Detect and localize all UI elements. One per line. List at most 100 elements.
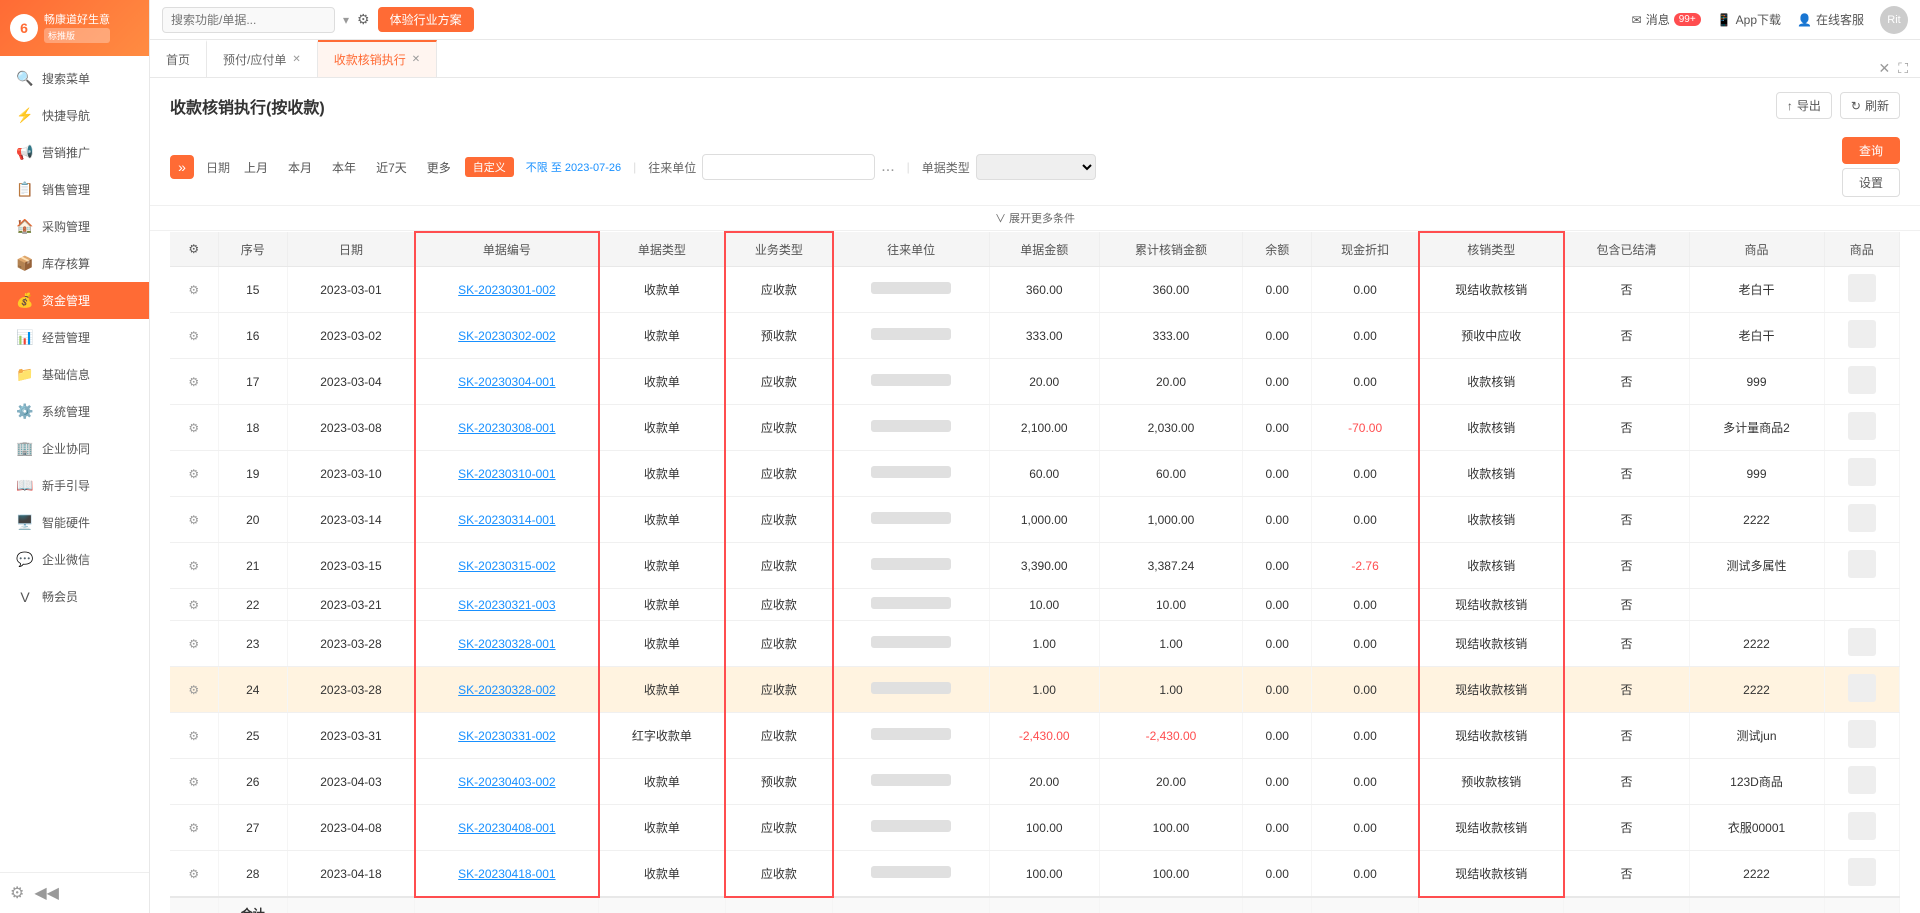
cell-bill_no[interactable]: SK-20230321-003: [415, 589, 599, 621]
cell-settings[interactable]: ⚙: [170, 405, 218, 451]
sidebar-collapse-icon[interactable]: ◀◀: [34, 883, 59, 903]
cell-bill_no[interactable]: SK-20230301-002: [415, 267, 599, 313]
cell-bill_no[interactable]: SK-20230308-001: [415, 405, 599, 451]
sidebar-gear-icon[interactable]: ⚙: [10, 883, 24, 903]
sidebar-item-wechat[interactable]: 💬企业微信: [0, 541, 149, 578]
cell-settings[interactable]: ⚙: [170, 589, 218, 621]
sidebar-item-sales[interactable]: 📋销售管理: [0, 171, 149, 208]
product-image: [1848, 766, 1876, 794]
cell-product_img: [1824, 621, 1900, 667]
product-image: [1848, 412, 1876, 440]
close-all-icon[interactable]: ✕: [1878, 60, 1890, 77]
cell-bill_no[interactable]: SK-20230403-002: [415, 759, 599, 805]
cell-settings[interactable]: ⚙: [170, 313, 218, 359]
expand-icon[interactable]: ⛶: [1898, 60, 1908, 77]
sidebar-item-guide[interactable]: 📖新手引导: [0, 467, 149, 504]
cell-cancel_type: 收款核销: [1419, 359, 1564, 405]
tab-close-collect[interactable]: ✕: [412, 54, 420, 65]
filter-toggle-button[interactable]: »: [170, 155, 194, 179]
cell-bill_no[interactable]: SK-20230328-001: [415, 621, 599, 667]
sidebar-item-quick[interactable]: ⚡快捷导航: [0, 97, 149, 134]
cell-bill_no[interactable]: SK-20230314-001: [415, 497, 599, 543]
cell-product: 老白干: [1689, 313, 1824, 359]
expand-more-button[interactable]: ∨ 展开更多条件: [995, 210, 1075, 226]
cell-settings[interactable]: ⚙: [170, 451, 218, 497]
sidebar-item-basic[interactable]: 📁基础信息: [0, 356, 149, 393]
solution-button[interactable]: 体验行业方案: [378, 7, 474, 32]
settings-button[interactable]: 设置: [1842, 168, 1900, 197]
topbar-gear-icon[interactable]: ⚙: [357, 11, 370, 28]
cell-settings[interactable]: ⚙: [170, 713, 218, 759]
quick-date-btn-4[interactable]: 更多: [419, 157, 459, 178]
cell-settings[interactable]: ⚙: [170, 497, 218, 543]
cell-settings[interactable]: ⚙: [170, 805, 218, 851]
totals-cell-4: [599, 897, 725, 913]
sidebar-item-inventory[interactable]: 📦库存核算: [0, 245, 149, 282]
sidebar-item-member[interactable]: V畅会员: [0, 578, 149, 615]
product-image: [1848, 628, 1876, 656]
cell-settings[interactable]: ⚙: [170, 621, 218, 667]
col-header-include_settled: 包含已结清: [1564, 232, 1689, 267]
export-button[interactable]: ↑ 导出: [1776, 92, 1832, 119]
sidebar-item-search[interactable]: 🔍搜索菜单: [0, 60, 149, 97]
online-service-action[interactable]: 👤 在线客服: [1797, 11, 1864, 28]
company-filter-dots[interactable]: ...: [881, 158, 894, 176]
product-image: [1848, 812, 1876, 840]
sidebar-label-hardware: 智能硬件: [42, 514, 90, 531]
cell-discount: 0.00: [1312, 805, 1419, 851]
cell-bill_no[interactable]: SK-20230328-002: [415, 667, 599, 713]
cell-bill_no[interactable]: SK-20230418-001: [415, 851, 599, 898]
custom-date-button[interactable]: 自定义: [465, 157, 514, 177]
quick-date-btn-3[interactable]: 近7天: [368, 157, 415, 178]
cell-settings[interactable]: ⚙: [170, 759, 218, 805]
sidebar-icon-sales: 📋: [16, 181, 34, 198]
sidebar-item-system[interactable]: ⚙️系统管理: [0, 393, 149, 430]
cell-biz_type: 应收款: [725, 451, 833, 497]
table-row: ⚙192023-03-10SK-20230310-001收款单应收款60.006…: [170, 451, 1900, 497]
cell-bill_type: 收款单: [599, 543, 725, 589]
cell-bill_no[interactable]: SK-20230302-002: [415, 313, 599, 359]
company-filter-input[interactable]: [702, 154, 875, 180]
cell-settings[interactable]: ⚙: [170, 359, 218, 405]
cell-amount: 100.00: [989, 805, 1099, 851]
cell-bill_no[interactable]: SK-20230408-001: [415, 805, 599, 851]
cell-settings[interactable]: ⚙: [170, 667, 218, 713]
cell-bill_no[interactable]: SK-20230331-002: [415, 713, 599, 759]
refresh-icon: ↻: [1851, 99, 1861, 113]
date-range-display: 不限 至 2023-07-26: [526, 159, 621, 175]
tab-close-prepay[interactable]: ✕: [292, 54, 300, 65]
cell-bill_no[interactable]: SK-20230304-001: [415, 359, 599, 405]
cell-company: [833, 759, 989, 805]
tab-collect[interactable]: 收款核销执行✕: [318, 40, 437, 77]
sidebar-item-marketing[interactable]: 📢营销推广: [0, 134, 149, 171]
cell-product: 123D商品: [1689, 759, 1824, 805]
app-download-action[interactable]: 📱 App下载: [1717, 11, 1781, 28]
refresh-button[interactable]: ↻ 刷新: [1840, 92, 1900, 119]
message-action[interactable]: ✉ 消息 99+: [1632, 11, 1701, 28]
tab-home[interactable]: 首页: [150, 40, 207, 77]
tab-label-home: 首页: [166, 51, 190, 68]
sidebar-item-hardware[interactable]: 🖥️智能硬件: [0, 504, 149, 541]
sidebar-icon-quick: ⚡: [16, 107, 34, 124]
quick-date-btn-2[interactable]: 本年: [324, 157, 364, 178]
cell-settings[interactable]: ⚙: [170, 543, 218, 589]
tab-prepay[interactable]: 预付/应付单✕: [207, 40, 318, 77]
page-header: 收款核销执行(按收款) ↑ 导出 ↻ 刷新: [150, 78, 1920, 129]
sidebar-item-corp[interactable]: 🏢企业协同: [0, 430, 149, 467]
cell-settings[interactable]: ⚙: [170, 851, 218, 898]
sidebar-item-operation[interactable]: 📊经营管理: [0, 319, 149, 356]
quick-date-btn-1[interactable]: 本月: [280, 157, 320, 178]
cell-discount: 0.00: [1312, 667, 1419, 713]
cell-date: 2023-04-03: [287, 759, 415, 805]
sidebar-item-finance[interactable]: 💰资金管理: [0, 282, 149, 319]
search-input[interactable]: [162, 7, 335, 33]
cell-bill_no[interactable]: SK-20230310-001: [415, 451, 599, 497]
billtype-filter-select[interactable]: [976, 154, 1096, 180]
quick-date-btn-0[interactable]: 上月: [236, 157, 276, 178]
cell-bill_no[interactable]: SK-20230315-002: [415, 543, 599, 589]
user-avatar[interactable]: Rit: [1880, 6, 1908, 34]
dropdown-arrow-icon[interactable]: ▾: [343, 13, 349, 27]
sidebar-item-purchase[interactable]: 🏠采购管理: [0, 208, 149, 245]
cell-settings[interactable]: ⚙: [170, 267, 218, 313]
query-button[interactable]: 查询: [1842, 137, 1900, 164]
